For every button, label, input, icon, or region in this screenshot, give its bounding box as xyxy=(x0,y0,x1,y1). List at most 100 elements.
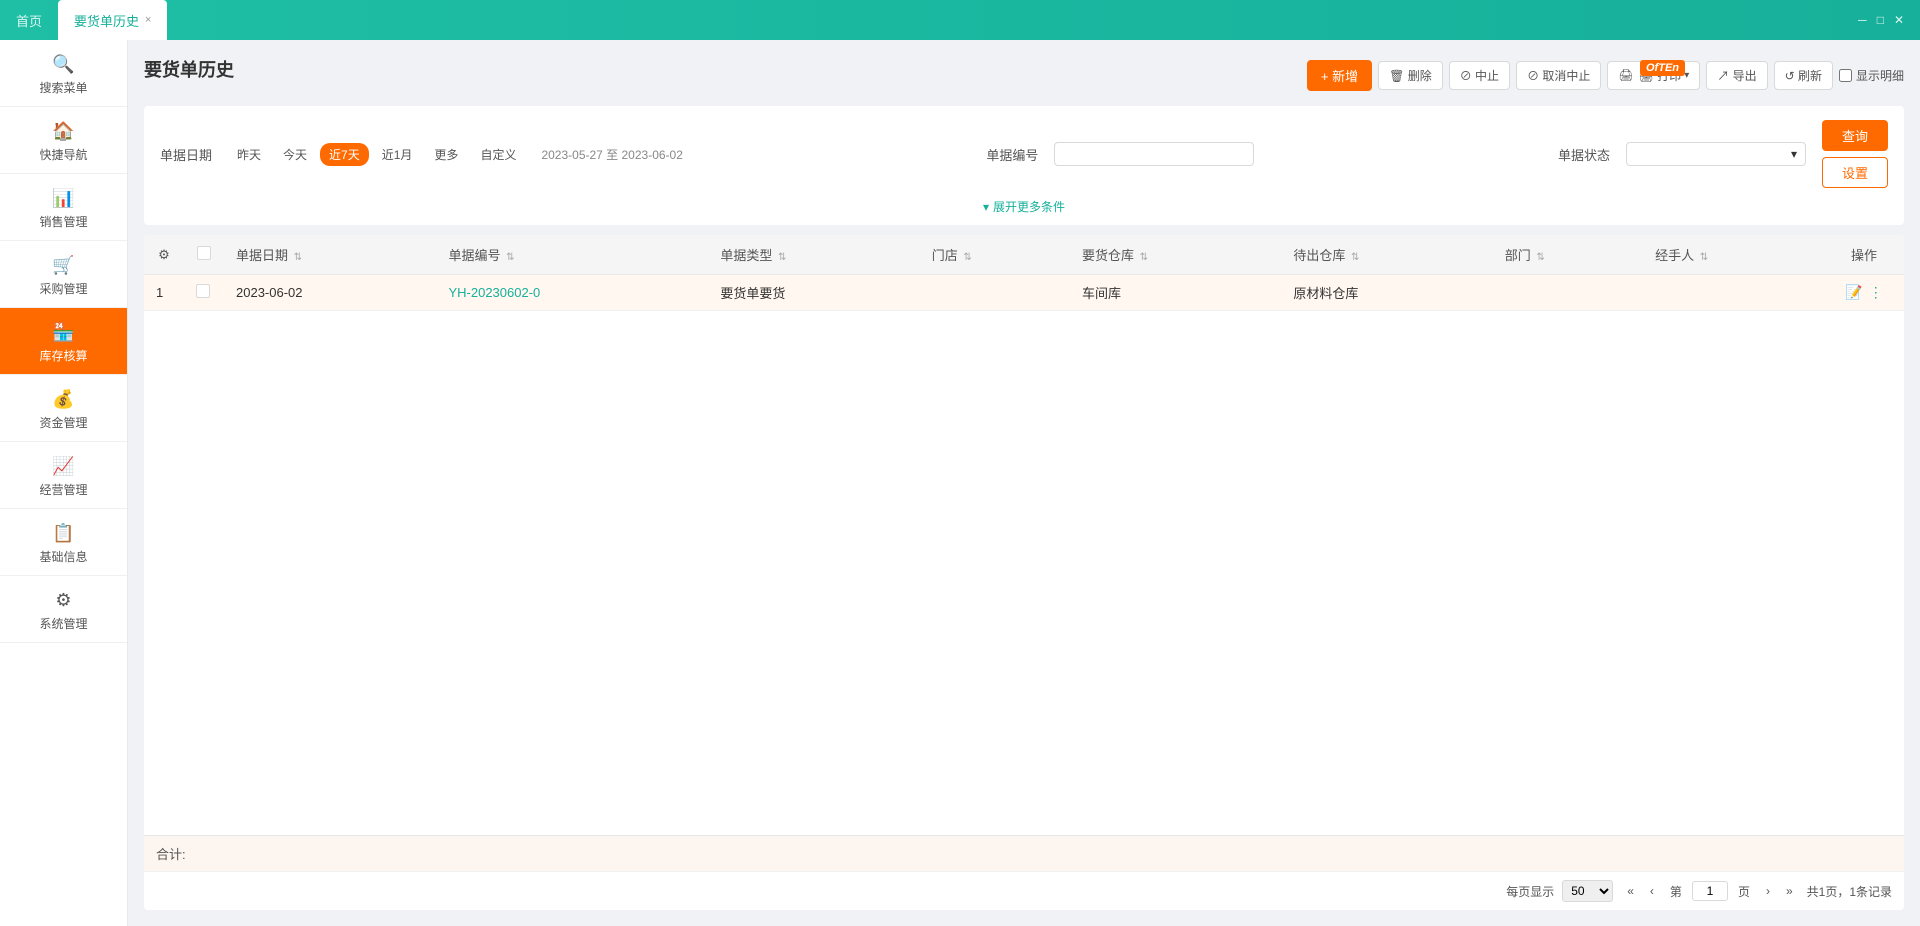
th-pending-warehouse[interactable]: 待出仓库 ⇅ xyxy=(1281,235,1492,275)
sidebar-item-operations[interactable]: 📈 经营管理 xyxy=(0,442,127,509)
sidebar-item-basic-info[interactable]: 📋 基础信息 xyxy=(0,509,127,576)
sidebar-item-system-label: 系统管理 xyxy=(39,615,87,632)
top-bar-right: ─ □ ✕ xyxy=(1858,13,1920,27)
window-maximize-icon[interactable]: □ xyxy=(1877,13,1884,27)
row-more-icon[interactable]: ⋮ xyxy=(1869,284,1883,301)
per-page-label: 每页显示 xyxy=(1506,883,1554,900)
th-store[interactable]: 门店 ⇅ xyxy=(920,235,1070,275)
tab-purchase-history[interactable]: 要货单历史 × xyxy=(58,0,167,40)
sidebar-item-finance[interactable]: 💰 资金管理 xyxy=(0,375,127,442)
query-button[interactable]: 查询 xyxy=(1822,120,1888,151)
row-edit-icon[interactable]: 📝 xyxy=(1845,284,1862,301)
th-bill-type[interactable]: 单据类型 ⇅ xyxy=(708,235,919,275)
inventory-icon: 🏪 xyxy=(52,322,74,343)
date-btn-1month[interactable]: 近1月 xyxy=(373,143,422,166)
date-range-display: 2023-05-27 至 2023-06-02 xyxy=(541,146,682,163)
th-action: 操作 xyxy=(1824,235,1904,275)
th-checkbox[interactable] xyxy=(184,235,224,275)
delete-button[interactable]: 🗑 删除 xyxy=(1378,61,1443,90)
content-area: 要货单历史 + 新增 🗑 删除 ⊘ 中止 ⊘ 取消中止 🖨 🖨 打印 ▾ ↗ 导… xyxy=(128,40,1920,926)
row-index: 1 xyxy=(144,275,184,311)
sidebar-item-search-menu-label: 搜索菜单 xyxy=(39,79,87,96)
bill-no-link[interactable]: YH-20230602-0 xyxy=(448,285,540,300)
tab-close-icon[interactable]: × xyxy=(145,14,151,26)
action-icons-wrap: 📝 ⋮ xyxy=(1836,284,1892,301)
purchase-icon: 🛒 xyxy=(52,255,74,276)
tab-home[interactable]: 首页 xyxy=(0,0,58,40)
row-actions: 📝 ⋮ xyxy=(1824,275,1904,311)
sidebar-item-quick-nav[interactable]: 🏠 快捷导航 xyxy=(0,107,127,174)
quick-nav-icon: 🏠 xyxy=(52,121,74,142)
page-number-input[interactable] xyxy=(1692,881,1728,901)
date-btn-more[interactable]: 更多 xyxy=(425,143,467,166)
date-filter-label: 单据日期 xyxy=(160,145,212,164)
summary-label: 合计: xyxy=(156,847,186,862)
page-unit-label: 页 xyxy=(1732,881,1756,902)
finance-icon: 💰 xyxy=(52,389,74,410)
bill-no-input[interactable] xyxy=(1054,142,1254,166)
export-button[interactable]: ↗ 导出 xyxy=(1706,61,1767,90)
th-department[interactable]: 部门 ⇅ xyxy=(1493,235,1643,275)
data-table: ⚙ 单据日期 ⇅ 单据编号 ⇅ xyxy=(144,235,1904,311)
sort-req-warehouse-icon: ⇅ xyxy=(1140,252,1148,263)
select-all-checkbox[interactable] xyxy=(197,246,211,260)
sort-dept-icon: ⇅ xyxy=(1536,252,1544,263)
date-btn-7days[interactable]: 近7天 xyxy=(320,143,369,166)
first-page-icon[interactable]: « xyxy=(1621,882,1640,900)
sidebar-item-finance-label: 资金管理 xyxy=(39,414,87,431)
tab-home-label: 首页 xyxy=(16,11,42,30)
sidebar: 🔍 搜索菜单 🏠 快捷导航 📊 销售管理 🛒 采购管理 🏪 库存核算 💰 资金管… xyxy=(0,40,128,926)
operations-icon: 📈 xyxy=(52,456,74,477)
th-request-warehouse[interactable]: 要货仓库 ⇅ xyxy=(1070,235,1281,275)
sidebar-item-search-menu[interactable]: 🔍 搜索菜单 xyxy=(0,40,127,107)
th-bill-no[interactable]: 单据编号 ⇅ xyxy=(436,235,708,275)
sidebar-item-inventory-label: 库存核算 xyxy=(39,347,87,364)
date-btn-today[interactable]: 今天 xyxy=(274,143,316,166)
pagination-bar: 每页显示 10 20 50 100 « ‹ 第 页 › » 共1页，1条记录 xyxy=(144,871,1904,910)
display-detail-toggle[interactable]: 显示明细 xyxy=(1839,67,1904,84)
cancel-stop-button[interactable]: ⊘ 取消中止 xyxy=(1516,61,1601,90)
stop-button[interactable]: ⊘ 中止 xyxy=(1449,61,1510,90)
sales-icon: 📊 xyxy=(52,188,74,209)
tab-list: 首页 要货单历史 × xyxy=(0,0,1858,40)
sort-billno-icon: ⇅ xyxy=(506,252,514,263)
prev-page-icon[interactable]: ‹ xyxy=(1644,882,1660,900)
sidebar-item-basic-info-label: 基础信息 xyxy=(39,548,87,565)
basic-info-icon: 📋 xyxy=(52,523,74,544)
sidebar-item-inventory[interactable]: 🏪 库存核算 xyxy=(0,308,127,375)
display-detail-checkbox[interactable] xyxy=(1839,69,1852,82)
sort-billtype-icon: ⇅ xyxy=(778,252,786,263)
next-page-icon[interactable]: › xyxy=(1760,882,1776,900)
sidebar-item-quick-nav-label: 快捷导航 xyxy=(39,146,87,163)
th-handler[interactable]: 经手人 ⇅ xyxy=(1643,235,1824,275)
expand-more-button[interactable]: ▾ 展开更多条件 xyxy=(983,198,1065,215)
bill-no-label: 单据编号 xyxy=(986,145,1038,164)
often-badge: OfTEn xyxy=(1640,60,1685,76)
th-settings[interactable]: ⚙ xyxy=(144,235,184,275)
th-date[interactable]: 单据日期 ⇅ xyxy=(224,235,436,275)
status-select[interactable]: ▾ xyxy=(1626,142,1806,166)
sidebar-item-sales[interactable]: 📊 销售管理 xyxy=(0,174,127,241)
last-page-icon[interactable]: » xyxy=(1780,882,1799,900)
table-body: 1 2023-06-02 YH-20230602-0 要货单要货 车间库 原材料… xyxy=(144,275,1904,311)
sort-handler-icon: ⇅ xyxy=(1700,252,1708,263)
sidebar-item-purchase[interactable]: 🛒 采购管理 xyxy=(0,241,127,308)
date-btn-yesterday[interactable]: 昨天 xyxy=(228,143,270,166)
filter-panel: 单据日期 昨天 今天 近7天 近1月 更多 自定义 2023-05-27 至 2… xyxy=(144,106,1904,225)
row-pending-warehouse: 原材料仓库 xyxy=(1281,275,1492,311)
per-page-select[interactable]: 10 20 50 100 xyxy=(1562,880,1613,902)
new-button[interactable]: + 新增 xyxy=(1307,60,1372,91)
sort-date-icon: ⇅ xyxy=(294,252,302,263)
sidebar-item-system[interactable]: ⚙ 系统管理 xyxy=(0,576,127,643)
row-bill-type: 要货单要货 xyxy=(708,275,919,311)
window-minimize-icon[interactable]: ─ xyxy=(1858,13,1867,27)
refresh-button[interactable]: ↺ 刷新 xyxy=(1774,61,1833,90)
page-nav: « ‹ 第 页 › » xyxy=(1621,881,1798,902)
row-checkbox[interactable] xyxy=(184,275,224,311)
date-btn-custom[interactable]: 自定义 xyxy=(471,143,525,166)
settings-button[interactable]: 设置 xyxy=(1822,157,1888,188)
row-store xyxy=(920,275,1070,311)
window-close-icon[interactable]: ✕ xyxy=(1894,13,1904,27)
header-actions: + 新增 🗑 删除 ⊘ 中止 ⊘ 取消中止 🖨 🖨 打印 ▾ ↗ 导出 ↺ 刷新… xyxy=(1307,60,1904,91)
table-wrap: ⚙ 单据日期 ⇅ 单据编号 ⇅ xyxy=(144,235,1904,910)
